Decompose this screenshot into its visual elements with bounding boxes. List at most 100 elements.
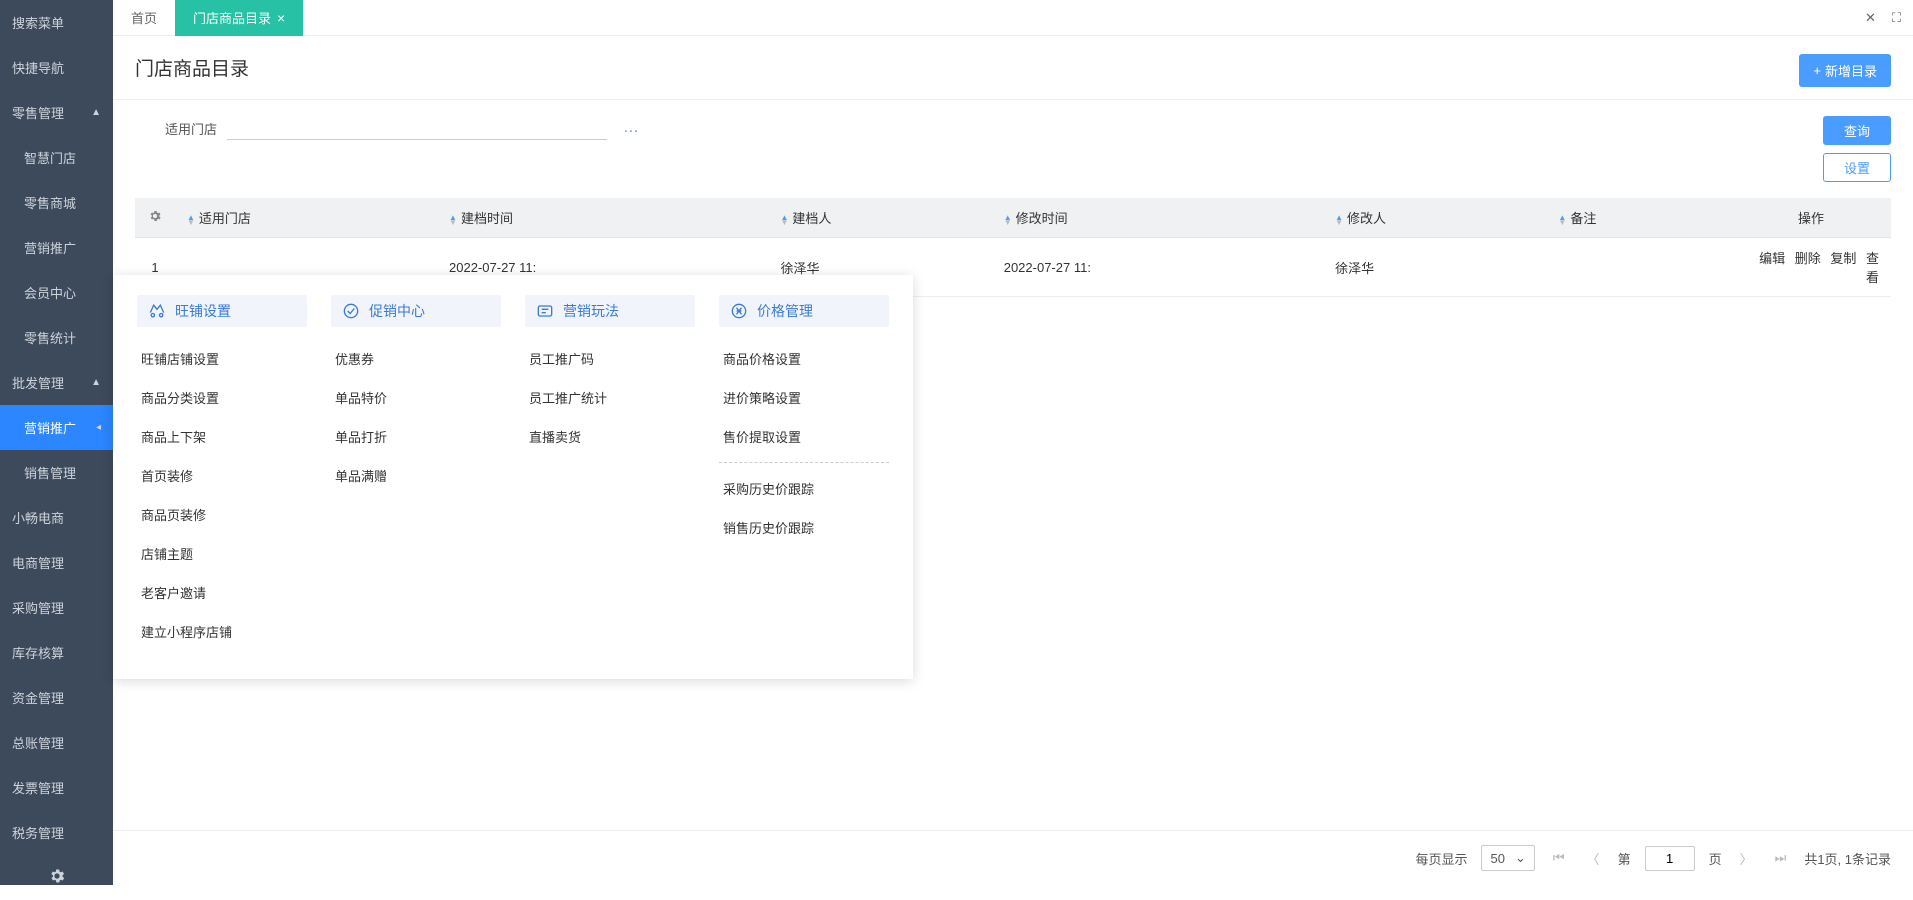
sidebar-item-retail-mgmt[interactable]: 零售管理▲ — [0, 90, 113, 135]
flyout-item[interactable]: 老客户邀请 — [137, 573, 307, 612]
column-label: 建档时间 — [461, 211, 513, 226]
filter-store-field: 适用门店 … — [165, 116, 641, 140]
flyout-col-price-mgmt: 价格管理 商品价格设置 进价策略设置 售价提取设置 采购历史价跟踪 销售历史价跟… — [719, 295, 889, 651]
sidebar-item-funds-mgmt[interactable]: 资金管理 — [0, 675, 113, 720]
query-button[interactable]: 查询 — [1823, 116, 1891, 145]
sort-icon[interactable]: ▲▼ — [187, 215, 195, 225]
flyout-item[interactable]: 单品打折 — [331, 417, 501, 456]
sidebar-item-label: 税务管理 — [12, 823, 64, 842]
sidebar-item-tax-mgmt[interactable]: 税务管理 — [0, 810, 113, 855]
sidebar-item-label: 发票管理 — [12, 778, 64, 797]
page-input[interactable] — [1645, 846, 1695, 871]
plus-icon: + — [1813, 63, 1821, 78]
sidebar-item-invoice-mgmt[interactable]: 发票管理 — [0, 765, 113, 810]
submenu-flyout: 旺铺设置 旺铺店铺设置 商品分类设置 商品上下架 首页装修 商品页装修 店铺主题… — [113, 275, 913, 679]
sidebar-item-label: 总账管理 — [12, 733, 64, 752]
sidebar-settings-button[interactable] — [0, 855, 113, 900]
store-input[interactable] — [227, 116, 607, 140]
sort-icon[interactable]: ▲▼ — [1335, 215, 1343, 225]
per-page-value: 50 — [1490, 851, 1504, 866]
sidebar-item-marketing-1[interactable]: 营销推广 — [0, 225, 113, 270]
flyout-item[interactable]: 商品上下架 — [137, 417, 307, 456]
flyout-item[interactable]: 售价提取设置 — [719, 417, 889, 456]
gear-icon — [148, 209, 162, 223]
flyout-item[interactable]: 员工推广码 — [525, 339, 695, 378]
sidebar-item-ledger-mgmt[interactable]: 总账管理 — [0, 720, 113, 765]
per-page-label: 每页显示 — [1415, 849, 1467, 868]
sidebar-item-label: 小畅电商 — [12, 508, 64, 527]
flyout-item[interactable]: 商品价格设置 — [719, 339, 889, 378]
fullscreen-icon[interactable]: ⛶ — [1892, 10, 1901, 26]
page-first-icon[interactable]: ⏮ — [1549, 848, 1569, 868]
flyout-item[interactable]: 员工推广统计 — [525, 378, 695, 417]
sidebar-item-sales-mgmt[interactable]: 销售管理 — [0, 450, 113, 495]
page-last-icon[interactable]: ⏭ — [1771, 848, 1791, 868]
column-modify-time[interactable]: ▲▼修改时间 — [992, 198, 1323, 238]
sidebar-item-label: 采购管理 — [12, 598, 64, 617]
column-actions: 操作 — [1731, 198, 1891, 238]
sidebar-item-xiaochang-ec[interactable]: 小畅电商 — [0, 495, 113, 540]
page-title: 门店商品目录 — [135, 54, 249, 81]
sort-icon[interactable]: ▲▼ — [449, 215, 457, 225]
flyout-item[interactable]: 商品页装修 — [137, 495, 307, 534]
sidebar-item-smart-store[interactable]: 智慧门店 — [0, 135, 113, 180]
flyout-item[interactable]: 商品分类设置 — [137, 378, 307, 417]
pagination-bar: 每页显示 50 ⌄ ⏮ 〈 第 页 〉 ⏭ 共1页, 1条记录 — [113, 830, 1913, 885]
column-store[interactable]: ▲▼ 适用门店 — [175, 198, 437, 238]
sidebar-item-purchase-mgmt[interactable]: 采购管理 — [0, 585, 113, 630]
page-prev-icon[interactable]: 〈 — [1583, 847, 1604, 870]
flyout-item[interactable]: 店铺主题 — [137, 534, 307, 573]
chevron-down-icon: ⌄ — [1515, 850, 1526, 866]
tab-store-catalog[interactable]: 门店商品目录 × — [175, 0, 303, 36]
sidebar-item-label: 销售管理 — [24, 463, 76, 482]
action-copy[interactable]: 复制 — [1830, 251, 1856, 266]
flyout-item[interactable]: 优惠券 — [331, 339, 501, 378]
sidebar-item-label: 会员中心 — [24, 283, 76, 302]
sidebar-item-retail-mall[interactable]: 零售商城 — [0, 180, 113, 225]
column-modifier[interactable]: ▲▼修改人 — [1323, 198, 1546, 238]
column-gear[interactable] — [135, 198, 175, 238]
flyout-header: 价格管理 — [719, 295, 889, 327]
per-page-select[interactable]: 50 ⌄ — [1481, 845, 1534, 871]
add-catalog-button[interactable]: + 新增目录 — [1799, 54, 1891, 87]
sidebar-item-ec-mgmt[interactable]: 电商管理 — [0, 540, 113, 585]
flyout-item[interactable]: 进价策略设置 — [719, 378, 889, 417]
column-label: 适用门店 — [199, 211, 251, 226]
sidebar-item-quick-nav[interactable]: 快捷导航 — [0, 45, 113, 90]
tab-home[interactable]: 首页 — [113, 0, 175, 36]
flyout-item[interactable]: 直播卖货 — [525, 417, 695, 456]
column-label: 备注 — [1570, 211, 1596, 226]
column-remark[interactable]: ▲▼ 备注 — [1546, 198, 1731, 238]
column-create-time[interactable]: ▲▼ 建档时间 — [437, 198, 768, 238]
flyout-item[interactable]: 采购历史价跟踪 — [719, 469, 889, 508]
flyout-item[interactable]: 单品满赠 — [331, 456, 501, 495]
action-edit[interactable]: 编辑 — [1759, 251, 1785, 266]
flyout-item[interactable]: 旺铺店铺设置 — [137, 339, 307, 378]
flyout-item[interactable]: 销售历史价跟踪 — [719, 508, 889, 547]
gear-icon — [48, 867, 66, 885]
sort-icon[interactable]: ▲▼ — [780, 215, 788, 225]
flyout-item[interactable]: 首页装修 — [137, 456, 307, 495]
sidebar-item-wholesale-mgmt[interactable]: 批发管理▲ — [0, 360, 113, 405]
settings-button[interactable]: 设置 — [1823, 153, 1891, 182]
sidebar-item-member-center[interactable]: 会员中心 — [0, 270, 113, 315]
flyout-item[interactable]: 单品特价 — [331, 378, 501, 417]
sidebar-item-search-menu[interactable]: 搜索菜单 — [0, 0, 113, 45]
flyout-item[interactable]: 建立小程序店铺 — [137, 612, 307, 651]
picker-icon[interactable]: … — [623, 119, 641, 137]
sort-icon[interactable]: ▲▼ — [1558, 215, 1566, 225]
flyout-col-shop-settings: 旺铺设置 旺铺店铺设置 商品分类设置 商品上下架 首页装修 商品页装修 店铺主题… — [137, 295, 307, 651]
page-next-icon[interactable]: 〉 — [1736, 847, 1757, 870]
action-view[interactable]: 查看 — [1866, 251, 1879, 285]
sidebar-item-marketing-2[interactable]: 营销推广◂ — [0, 405, 113, 450]
sidebar-item-inventory[interactable]: 库存核算 — [0, 630, 113, 675]
chevron-up-icon: ▲ — [91, 107, 101, 118]
sort-icon[interactable]: ▲▼ — [1004, 215, 1012, 225]
tab-label: 门店商品目录 — [193, 8, 271, 27]
flyout-header-label: 旺铺设置 — [175, 301, 231, 321]
close-all-icon[interactable]: ✕ — [1865, 10, 1876, 26]
action-delete[interactable]: 删除 — [1795, 251, 1821, 266]
column-creator[interactable]: ▲▼建档人 — [768, 198, 991, 238]
sidebar-item-retail-stats[interactable]: 零售统计 — [0, 315, 113, 360]
close-icon[interactable]: × — [277, 10, 285, 26]
